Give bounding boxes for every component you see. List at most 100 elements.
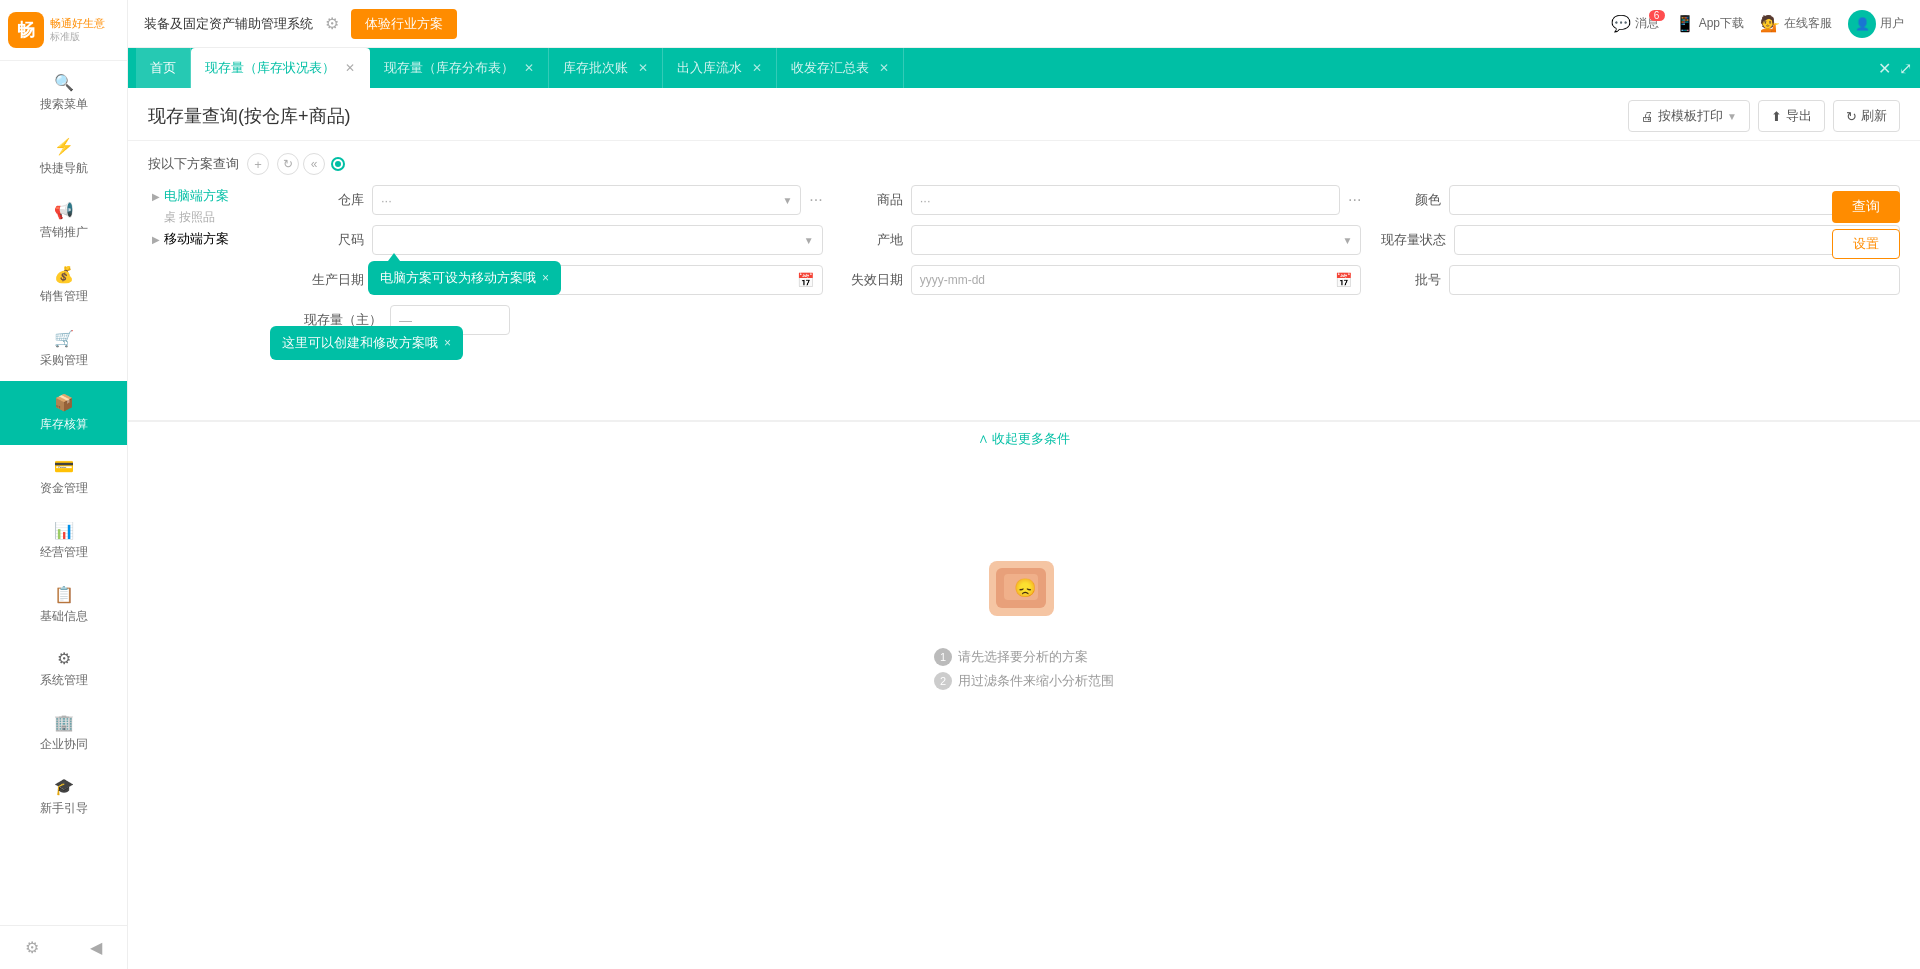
expire-date-input[interactable]: yyyy-mm-dd 📅 [911,265,1362,295]
sidebar-item-purchase[interactable]: 🛒 采购管理 [0,317,127,381]
reset-btn[interactable]: 设置 [1832,229,1900,259]
filter-add-btn[interactable]: + [247,153,269,175]
origin-select[interactable]: ▼ [911,225,1362,255]
message-action[interactable]: 💬 消息 6 [1611,14,1659,33]
sidebar-item-label: 营销推广 [40,224,88,241]
export-label: 导出 [1786,107,1812,125]
tab-inventory-status[interactable]: 现存量（库存状况表） ✕ [191,48,370,88]
batch-input[interactable] [1449,265,1900,295]
tooltip-scheme: 电脑方案可设为移动方案哦 × [368,261,561,295]
goods-more[interactable]: ··· [1348,191,1361,209]
sidebar-item-label: 搜索菜单 [40,96,88,113]
sidebar-item-finance[interactable]: 💳 资金管理 [0,445,127,509]
user-action[interactable]: 👤 用户 [1848,10,1904,38]
prod-date-calendar-icon[interactable]: 📅 [797,272,814,288]
filter-refresh-btn[interactable]: ↻ [277,153,299,175]
goods-dots: ··· [920,193,931,208]
header-gear-icon[interactable]: ⚙ [325,14,339,33]
filter-prev-btn[interactable]: « [303,153,325,175]
warehouse-more[interactable]: ··· [809,191,822,209]
quick-icon: ⚡ [54,137,74,156]
field-color: 颜色 ▼ [1381,185,1900,215]
tooltip-scheme-close[interactable]: × [542,271,549,285]
scheme-mobile-arrow: ▶ [152,234,160,245]
filter-label: 按以下方案查询 [148,155,239,173]
system-icon: ⚙ [57,649,71,668]
tab-batch-ledger[interactable]: 库存批次账 ✕ [549,48,663,88]
sidebar-item-operation[interactable]: 📊 经营管理 [0,509,127,573]
app-download-action[interactable]: 📱 App下载 [1675,14,1744,33]
collapse-text: 收起更多条件 [992,431,1070,446]
sidebar-item-guide[interactable]: 🎓 新手引导 [0,765,127,829]
svg-text:😞: 😞 [1014,577,1037,599]
expire-date-calendar-icon[interactable]: 📅 [1335,272,1352,288]
sidebar-item-marketing[interactable]: 📢 营销推广 [0,189,127,253]
header-right: 💬 消息 6 📱 App下载 💁 在线客服 👤 用户 [1611,10,1904,38]
scheme-mobile-label: 移动端方案 [164,230,229,248]
batch-label: 批号 [1381,271,1441,289]
tab-close-icon[interactable]: ✕ [345,61,355,75]
search-btn[interactable]: 查询 [1832,191,1900,223]
sidebar-item-system[interactable]: ⚙ 系统管理 [0,637,127,701]
tab-close-icon[interactable]: ✕ [638,61,648,75]
print-btn[interactable]: 🖨 按模板打印 ▼ [1628,100,1750,132]
scheme-arrow-icon: ▶ [152,191,160,202]
tooltip-create-text: 这里可以创建和修改方案哦 [282,334,438,352]
sidebar-bottom: ⚙ ◀ [0,925,127,969]
refresh-btn[interactable]: ↻ 刷新 [1833,100,1900,132]
page-container: 现存量查询(按仓库+商品) 🖨 按模板打印 ▼ ⬆ 导出 ↻ 刷新 [128,88,1920,969]
sidebar-item-label: 经营管理 [40,544,88,561]
sidebar-item-label: 采购管理 [40,352,88,369]
tab-close-icon[interactable]: ✕ [879,61,889,75]
experience-btn[interactable]: 体验行业方案 [351,9,457,39]
tab-inventory-dist-label: 现存量（库存分布表） [384,59,514,77]
tab-inventory-dist[interactable]: 现存量（库存分布表） ✕ [370,48,549,88]
tooltip-create-close[interactable]: × [444,336,451,350]
sidebar-item-quick[interactable]: ⚡ 快捷导航 [0,125,127,189]
sidebar-item-label: 销售管理 [40,288,88,305]
sidebar-item-basic[interactable]: 📋 基础信息 [0,573,127,637]
tab-inout-flow[interactable]: 出入库流水 ✕ [663,48,777,88]
export-btn[interactable]: ⬆ 导出 [1758,100,1825,132]
finance-icon: 💳 [54,457,74,476]
tab-close-icon[interactable]: ✕ [752,61,762,75]
setting-btn[interactable]: ⚙ [25,938,39,957]
sales-icon: 💰 [54,265,74,284]
tab-receive-summary[interactable]: 收发存汇总表 ✕ [777,48,904,88]
color-label: 颜色 [1381,191,1441,209]
tooltip-scheme-text: 电脑方案可设为移动方案哦 [380,269,536,287]
tab-inventory-status-label: 现存量（库存状况表） [205,59,335,77]
sidebar-item-sales[interactable]: 💰 销售管理 [0,253,127,317]
tab-home[interactable]: 首页 [136,48,191,88]
field-warehouse: 仓库 ··· ▼ ··· [304,185,823,215]
tab-expand-icon[interactable]: ⤢ [1899,59,1912,78]
warehouse-select[interactable]: ··· ▼ [372,185,801,215]
collapse-btn[interactable]: ◀ [90,938,102,957]
sidebar-item-label: 企业协同 [40,736,88,753]
origin-chevron: ▼ [1342,235,1352,246]
print-icon: 🖨 [1641,109,1654,124]
sidebar-item-label: 系统管理 [40,672,88,689]
expire-date-placeholder: yyyy-mm-dd [920,273,985,287]
sidebar-item-inventory[interactable]: 📦 库存核算 [0,381,127,445]
collapse-bar[interactable]: ∧ 收起更多条件 [128,421,1920,456]
warehouse-label: 仓库 [304,191,364,209]
size-select[interactable]: ▼ [372,225,823,255]
sidebar-item-search[interactable]: 🔍 搜索菜单 [0,61,127,125]
system-name: 装备及固定资产辅助管理系统 [144,15,313,33]
goods-select[interactable]: ··· [911,185,1340,215]
empty-text: 1 请先选择要分析的方案 2 用过滤条件来缩小分析范围 [934,648,1114,690]
tab-close-all-icon[interactable]: ✕ [1878,59,1891,78]
sidebar-item-label: 快捷导航 [40,160,88,177]
support-action[interactable]: 💁 在线客服 [1760,14,1832,33]
tab-close-icon[interactable]: ✕ [524,61,534,75]
sidebar-logo: 畅 畅通好生意 标准版 [0,0,127,61]
scheme-mobile[interactable]: ▶ 移动端方案 [148,228,288,250]
scheme-desktop[interactable]: ▶ 电脑端方案 [148,185,288,207]
expire-date-label: 失效日期 [843,271,903,289]
sidebar-item-label: 资金管理 [40,480,88,497]
goods-label: 商品 [843,191,903,209]
filter-row-2: 尺码 ▼ 产地 ▼ [304,225,1900,255]
sidebar-item-corp[interactable]: 🏢 企业协同 [0,701,127,765]
filter-label-row: 按以下方案查询 + ↻ « [148,153,1900,175]
